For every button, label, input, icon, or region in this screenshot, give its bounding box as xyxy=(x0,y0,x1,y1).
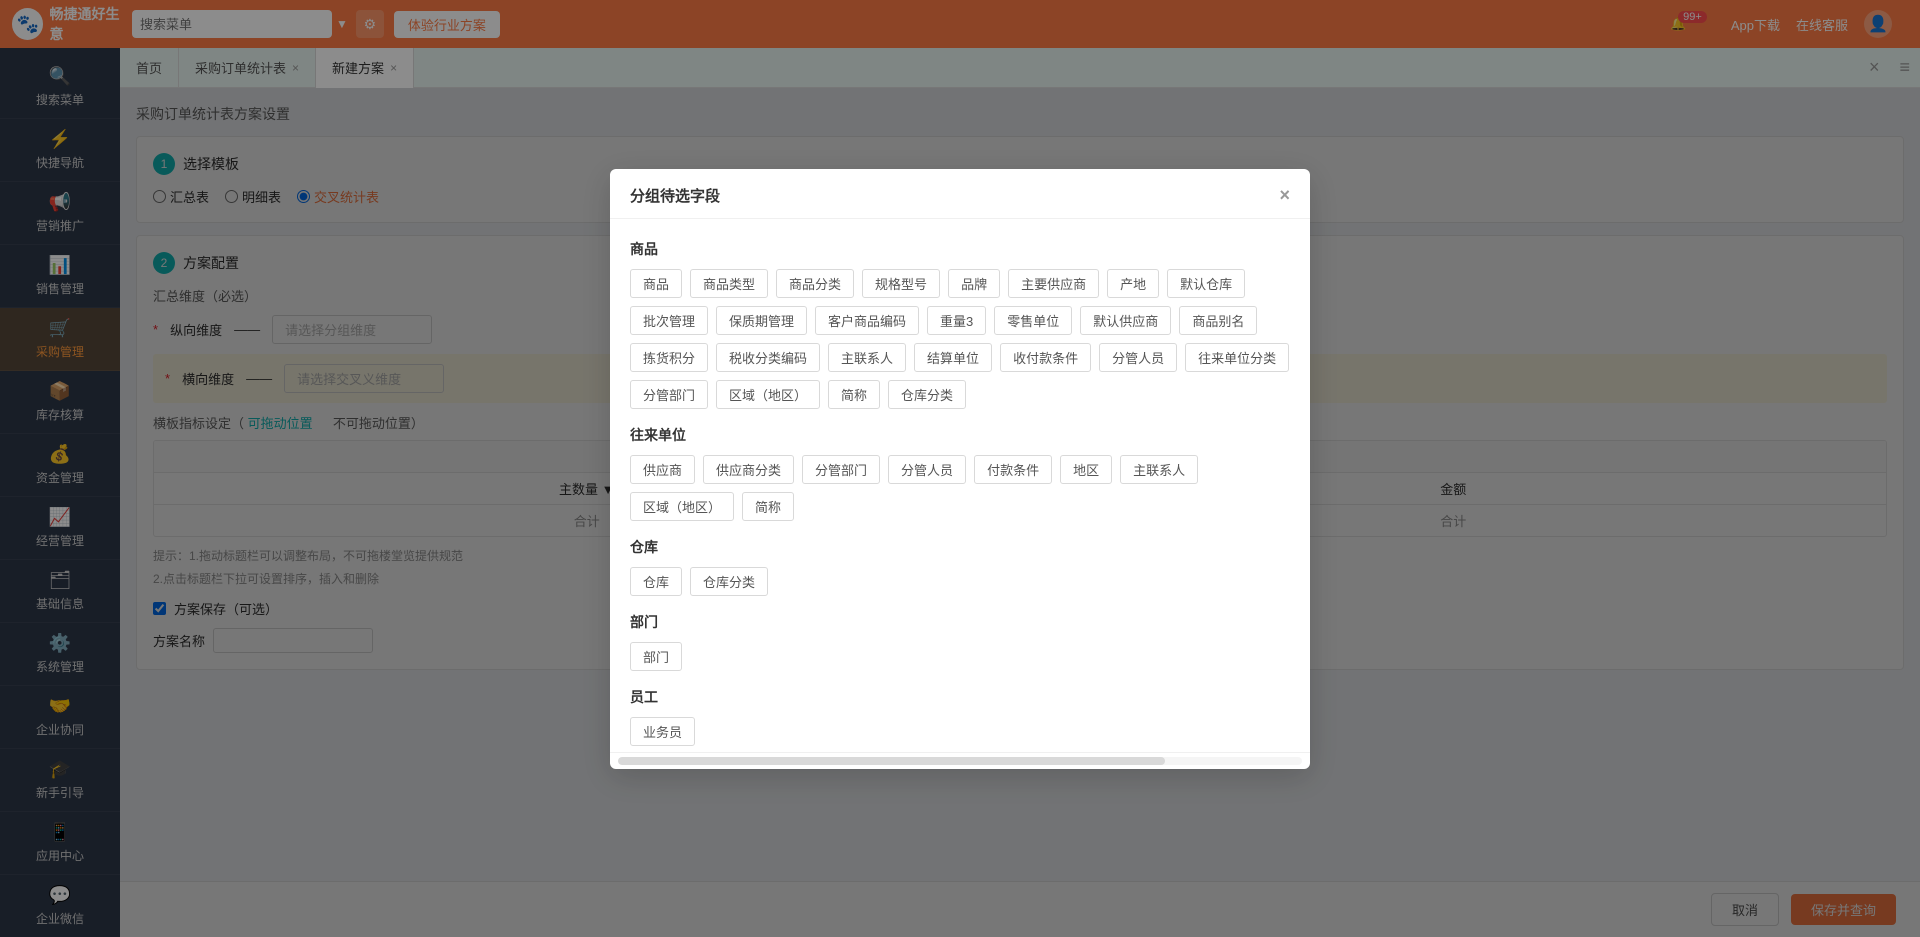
field-tag-commodity-9[interactable]: 保质期管理 xyxy=(716,306,807,335)
modal-section-title-commodity: 商品 xyxy=(630,239,1290,259)
field-tag-commodity-6[interactable]: 产地 xyxy=(1107,269,1159,298)
field-tag-commodity-24[interactable]: 简称 xyxy=(828,380,880,409)
field-grid-counterpart: 供应商供应商分类分管部门分管人员付款条件地区主联系人区域（地区） 简称 xyxy=(630,455,1290,521)
field-tag-commodity-22[interactable]: 分管部门 xyxy=(630,380,708,409)
field-tag-counterpart-4[interactable]: 付款条件 xyxy=(974,455,1052,484)
field-tag-warehouse-1[interactable]: 仓库分类 xyxy=(690,567,768,596)
field-tag-commodity-7[interactable]: 默认仓库 xyxy=(1167,269,1245,298)
modal-header: 分组待选字段 × xyxy=(610,169,1310,219)
field-tag-commodity-13[interactable]: 默认供应商 xyxy=(1080,306,1171,335)
field-selection-modal: 分组待选字段 × 商品商品商品类型商品分类规格型号品牌主要供应商产地默认仓库批次… xyxy=(610,169,1310,769)
field-tag-commodity-16[interactable]: 税收分类编码 xyxy=(716,343,820,372)
modal-section-title-department: 部门 xyxy=(630,612,1290,632)
field-tag-counterpart-1[interactable]: 供应商分类 xyxy=(703,455,794,484)
field-tag-commodity-18[interactable]: 结算单位 xyxy=(914,343,992,372)
field-tag-commodity-14[interactable]: 商品别名 xyxy=(1179,306,1257,335)
field-grid-employee: 业务员 xyxy=(630,717,1290,746)
modal-overlay: 分组待选字段 × 商品商品商品类型商品分类规格型号品牌主要供应商产地默认仓库批次… xyxy=(0,0,1920,937)
field-tag-commodity-17[interactable]: 主联系人 xyxy=(828,343,906,372)
field-tag-counterpart-0[interactable]: 供应商 xyxy=(630,455,695,484)
field-tag-commodity-11[interactable]: 重量3 xyxy=(927,306,986,335)
modal-title: 分组待选字段 xyxy=(630,185,720,206)
field-tag-commodity-25[interactable]: 仓库分类 xyxy=(888,380,966,409)
field-tag-commodity-23[interactable]: 区域（地区） xyxy=(716,380,820,409)
field-tag-counterpart-3[interactable]: 分管人员 xyxy=(888,455,966,484)
field-tag-counterpart-6[interactable]: 主联系人 xyxy=(1120,455,1198,484)
field-tag-commodity-21[interactable]: 往来单位分类 xyxy=(1185,343,1289,372)
field-tag-counterpart-7[interactable]: 区域（地区） xyxy=(630,492,734,521)
field-tag-employee-0[interactable]: 业务员 xyxy=(630,717,695,746)
modal-body: 商品商品商品类型商品分类规格型号品牌主要供应商产地默认仓库批次管理保质期管理客户… xyxy=(610,219,1310,752)
field-tag-commodity-12[interactable]: 零售单位 xyxy=(994,306,1072,335)
field-tag-commodity-0[interactable]: 商品 xyxy=(630,269,682,298)
field-tag-commodity-19[interactable]: 收付款条件 xyxy=(1000,343,1091,372)
modal-section-title-counterpart: 往来单位 xyxy=(630,425,1290,445)
field-tag-counterpart-8[interactable]: 简称 xyxy=(742,492,794,521)
modal-section-title-employee: 员工 xyxy=(630,687,1290,707)
field-tag-commodity-20[interactable]: 分管人员 xyxy=(1099,343,1177,372)
field-tag-commodity-4[interactable]: 品牌 xyxy=(948,269,1000,298)
field-tag-commodity-15[interactable]: 拣货积分 xyxy=(630,343,708,372)
field-grid-department: 部门 xyxy=(630,642,1290,671)
field-tag-commodity-8[interactable]: 批次管理 xyxy=(630,306,708,335)
field-grid-commodity: 商品商品类型商品分类规格型号品牌主要供应商产地默认仓库批次管理保质期管理客户商品… xyxy=(630,269,1290,409)
field-grid-warehouse: 仓库仓库分类 xyxy=(630,567,1290,596)
field-tag-commodity-3[interactable]: 规格型号 xyxy=(862,269,940,298)
field-tag-counterpart-5[interactable]: 地区 xyxy=(1060,455,1112,484)
field-tag-warehouse-0[interactable]: 仓库 xyxy=(630,567,682,596)
modal-close-button[interactable]: × xyxy=(1279,186,1290,204)
field-tag-commodity-1[interactable]: 商品类型 xyxy=(690,269,768,298)
modal-section-title-warehouse: 仓库 xyxy=(630,537,1290,557)
field-tag-department-0[interactable]: 部门 xyxy=(630,642,682,671)
field-tag-commodity-5[interactable]: 主要供应商 xyxy=(1008,269,1099,298)
field-tag-commodity-10[interactable]: 客户商品编码 xyxy=(815,306,919,335)
field-tag-commodity-2[interactable]: 商品分类 xyxy=(776,269,854,298)
field-tag-counterpart-2[interactable]: 分管部门 xyxy=(802,455,880,484)
